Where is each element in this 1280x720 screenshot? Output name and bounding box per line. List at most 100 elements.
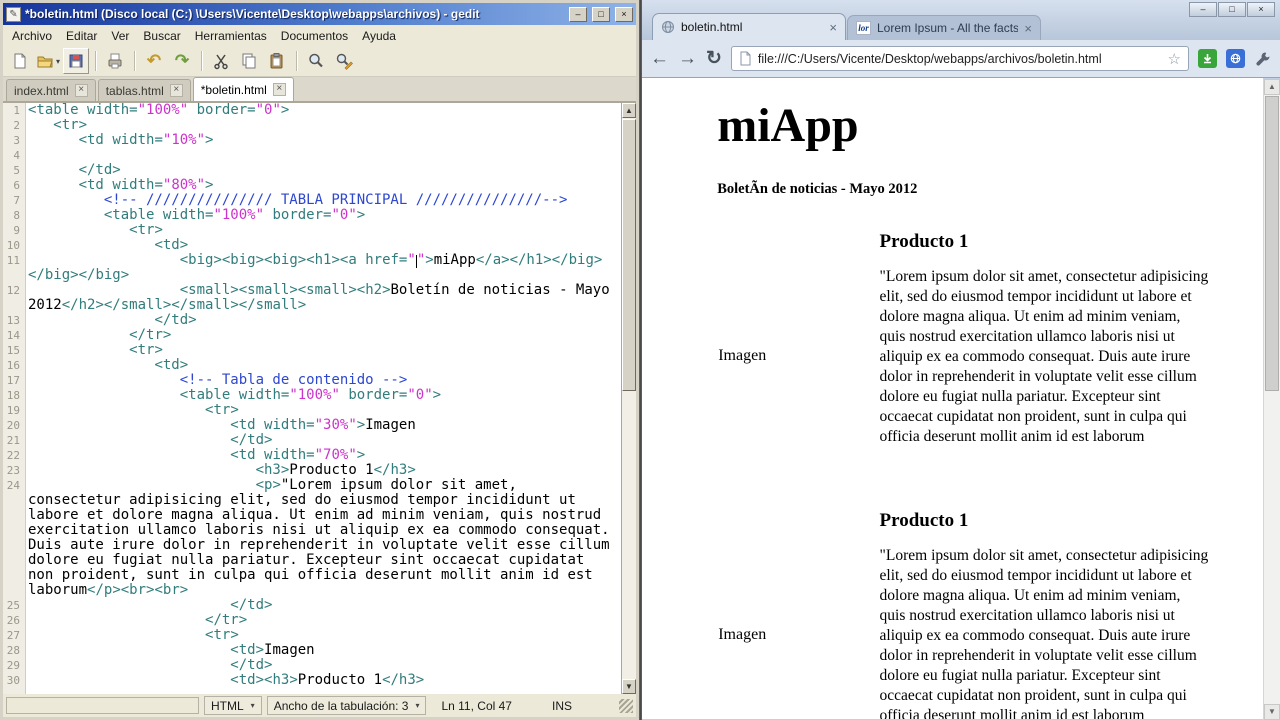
page-scrollbar[interactable]: ▲ ▼ [1263,79,1280,720]
tab-close-icon[interactable]: × [169,84,183,97]
undo-button[interactable]: ↶ [141,48,167,74]
editor-scrollbar-thumb[interactable] [622,119,636,391]
forward-button[interactable]: → [678,49,697,68]
url-text: file:///C:/Users/Vicente/Desktop/webapps… [757,51,1102,66]
find-replace-button[interactable] [331,48,357,74]
language-select[interactable]: HTML ▾ [204,696,262,715]
tab-close-icon[interactable]: × [1024,22,1032,35]
line-number: 29 [6,659,20,672]
new-document-button[interactable] [7,48,33,74]
menu-ayuda[interactable]: Ayuda [355,27,403,45]
code-area[interactable]: 1 <table width="100%" border="0"> 2 <tr> 3 … [3,103,621,694]
editor-tab[interactable]: tablas.html × [97,79,191,101]
product-row: Imagen Producto 1 "Lorem ipsum dolor sit a… [717,495,1255,719]
app-title-link[interactable]: miApp [717,99,858,152]
code-row: 27 <tr> [3,628,621,643]
code-line: </td> [230,597,273,613]
code-row: 28 <td>Imagen [3,643,621,658]
resize-grip[interactable] [619,698,633,713]
save-document-button[interactable] [63,48,90,74]
browser-tab[interactable]: lor Lorem Ipsum - All the facts - Li × [847,15,1041,40]
code-row: 9 <tr> [3,223,621,238]
paste-button[interactable] [264,48,290,74]
menu-herramientas[interactable]: Herramientas [188,27,274,45]
browser-tab-title: Lorem Ipsum - All the facts - Li [877,21,1019,35]
maximize-button[interactable]: □ [592,6,610,22]
scroll-down-icon[interactable]: ▼ [622,679,636,694]
open-document-button[interactable]: ▾ [35,48,61,74]
line-number: 30 [6,674,20,687]
product-paragraph: "Lorem ipsum dolor sit amet, consectetur… [879,547,1209,719]
back-button[interactable]: ← [650,49,669,68]
code-row: 21 </td> [3,433,621,448]
close-button[interactable]: × [1247,2,1275,17]
menu-editar[interactable]: Editar [59,27,104,45]
code-line: <tr> [205,402,239,418]
print-button[interactable] [102,48,128,74]
code-row: 20 <td width="30%">Imagen [3,418,621,433]
page-scrollbar-thumb[interactable] [1265,96,1279,391]
open-dropdown-icon[interactable]: ▾ [56,57,60,66]
code-row: 11 <big><big><big><h1><a href="">miApp</… [3,253,621,283]
bookmark-star-icon[interactable]: ☆ [1168,50,1181,68]
menu-documentos[interactable]: Documentos [274,27,355,45]
code-line: <tr> [53,117,88,133]
undo-icon: ↶ [146,51,162,70]
line-number: 28 [6,644,20,657]
product-row: Imagen Producto 1 "Lorem ipsum dolor sit a… [717,216,1255,495]
code-line: </tr> [129,327,172,343]
code-row: 4 [3,148,621,163]
search-replace-icon [336,53,353,70]
code-line: <tr> [129,222,163,238]
maximize-button[interactable]: □ [1218,2,1246,17]
newsletter-subtitle: BoletÃ­n de noticias - Mayo 2012 [717,181,918,197]
code-row: 14 </tr> [3,328,621,343]
toolbar-separator [296,51,298,71]
editor-tab[interactable]: index.html × [6,79,96,101]
code-row: 30 <td><h3>Producto 1</h3> [3,673,621,688]
save-floppy-icon [69,54,83,68]
tab-width-select[interactable]: Ancho de la tabulación: 3 ▾ [266,696,427,715]
menu-ver[interactable]: Ver [104,27,136,45]
cut-button[interactable] [208,48,234,74]
copy-button[interactable] [236,48,262,74]
line-number: 26 [6,614,20,627]
extension-icon-1[interactable] [1198,49,1217,68]
code-line: <tr> [205,627,239,643]
tab-close-icon[interactable]: × [74,84,88,97]
menu-archivo[interactable]: Archivo [5,27,59,45]
image-placeholder-label: Imagen [718,346,767,364]
extension-icon-2[interactable] [1226,49,1245,68]
scroll-up-icon[interactable]: ▲ [622,103,636,118]
redo-button[interactable]: ↷ [169,48,195,74]
scroll-down-icon[interactable]: ▼ [1264,704,1280,720]
editor-tab[interactable]: *boletin.html × [192,77,294,101]
tab-close-icon[interactable]: × [272,83,286,96]
line-number: 14 [6,329,20,342]
minimize-button[interactable]: – [1189,2,1217,17]
code-line: <td> [154,357,189,373]
line-number: 25 [6,599,20,612]
browser-tab[interactable]: boletin.html × [652,13,846,40]
address-bar[interactable]: file:///C:/Users/Vicente/Desktop/webapps… [730,46,1189,71]
gedit-titlebar[interactable]: ✎ *boletin.html (Disco local (C:) \Users… [3,3,636,25]
page-icon [740,51,751,66]
wrench-menu-button[interactable] [1254,50,1272,68]
code-row: 10 <td> [3,238,621,253]
scroll-up-icon[interactable]: ▲ [1264,79,1280,95]
code-row: 17 <!-- Tabla de contenido --> [3,373,621,388]
code-line: <small><small><small><h2>Boletín de noti… [28,282,619,313]
main-content-cell: miApp BoletÃ­n de noticias - Mayo 2012 I… [717,86,1255,719]
line-number: 23 [6,464,20,477]
menu-buscar[interactable]: Buscar [136,27,187,45]
favicon-text: lor [856,21,871,35]
editor-scrollbar[interactable]: ▲ ▼ [621,103,636,694]
minimize-button[interactable]: – [569,6,587,22]
close-button[interactable]: × [615,6,633,22]
code-row: 8 <table width="100%" border="0"> [3,208,621,223]
left-spacer-cell [650,86,717,719]
reload-button[interactable]: ↻ [706,49,722,68]
tab-close-icon[interactable]: × [829,21,837,34]
code-row: 16 <td> [3,358,621,373]
find-button[interactable] [303,48,329,74]
